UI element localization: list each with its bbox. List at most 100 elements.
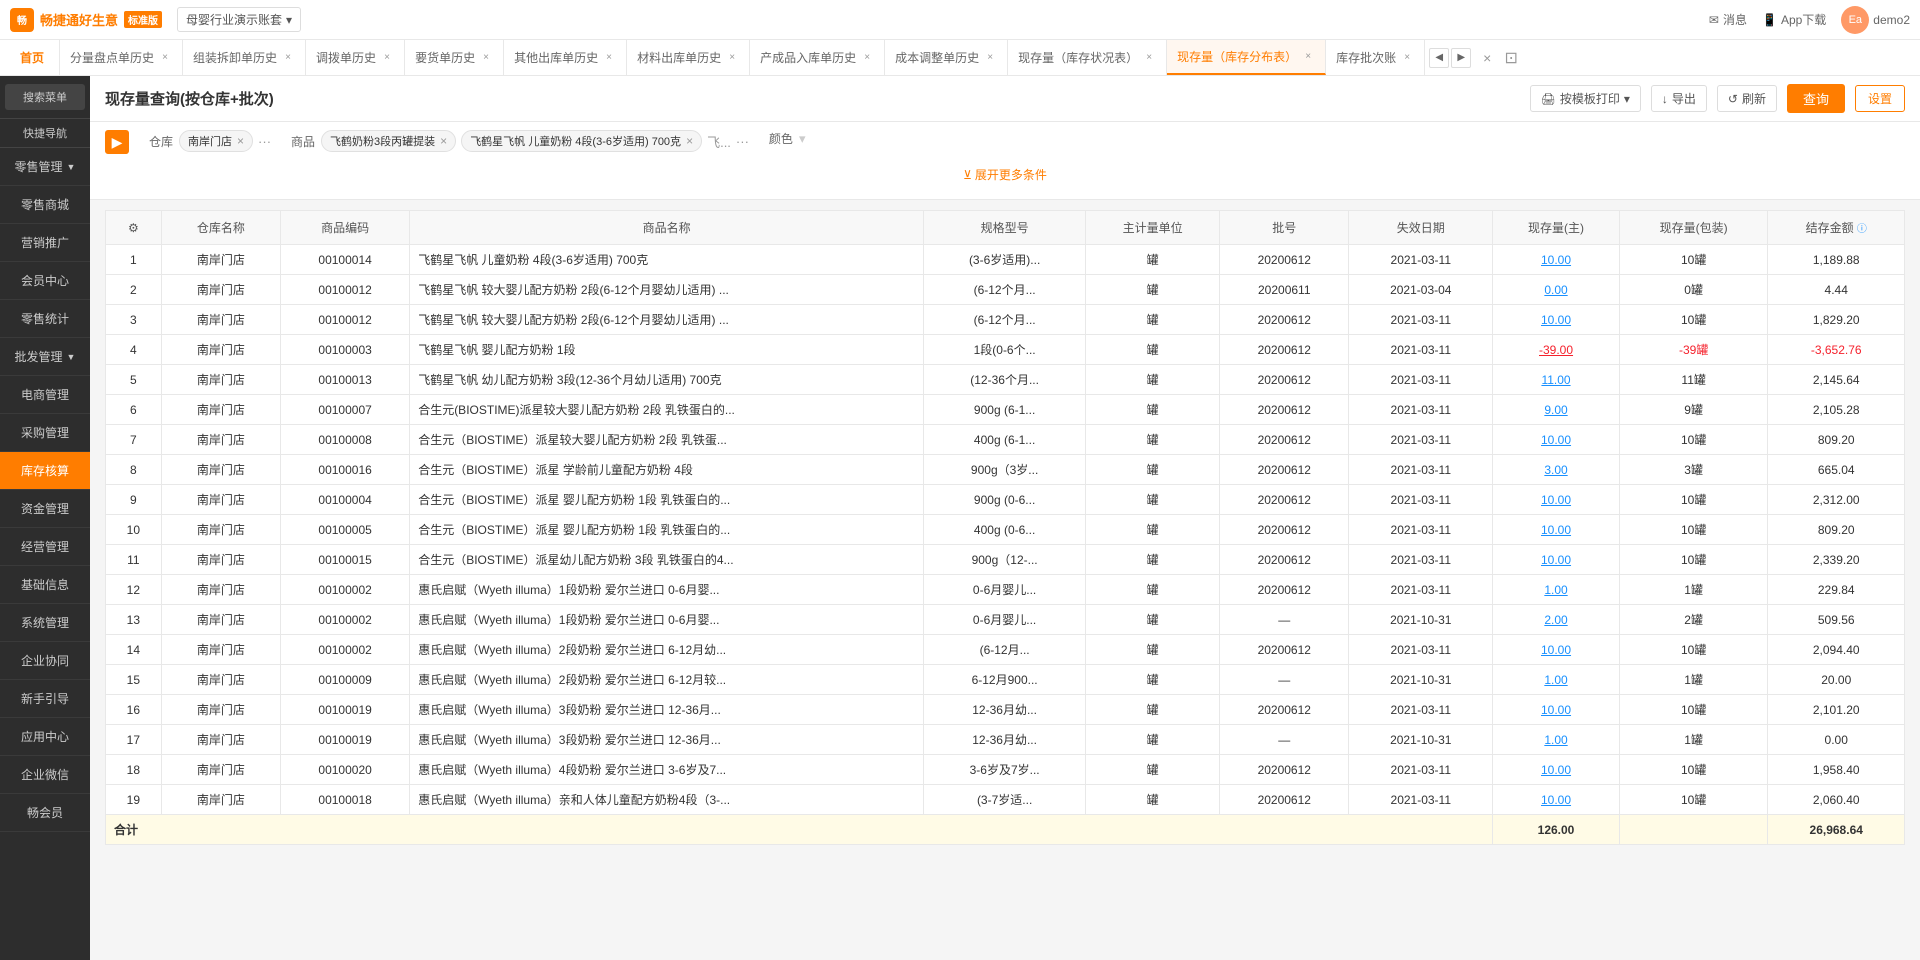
row-name: 惠氏启赋（Wyeth illuma）2段奶粉 爱尔兰进口 6-12月较... [410, 665, 924, 695]
tab-pizhang[interactable]: 库存批次账 × [1326, 40, 1425, 75]
row-qty[interactable]: 1.00 [1493, 575, 1620, 605]
sidebar-item-retail-shop[interactable]: 零售商城 [0, 186, 90, 224]
row-qty[interactable]: 2.00 [1493, 605, 1620, 635]
tab-next-btn[interactable]: ▶ [1451, 48, 1471, 68]
close-icon[interactable]: × [602, 51, 616, 65]
row-qty[interactable]: 3.00 [1493, 455, 1620, 485]
table-row: 15 南岸门店 00100009 惠氏启赋（Wyeth illuma）2段奶粉 … [106, 665, 1905, 695]
row-qty[interactable]: 10.00 [1493, 485, 1620, 515]
close-icon[interactable]: × [281, 51, 295, 65]
close-icon[interactable]: × [983, 51, 997, 65]
close-icon[interactable]: × [1142, 51, 1156, 65]
sidebar-item-retail-stats[interactable]: 零售统计 [0, 300, 90, 338]
row-qty[interactable]: 10.00 [1493, 545, 1620, 575]
row-no: 10 [106, 515, 162, 545]
close-icon[interactable]: × [860, 51, 874, 65]
color-dropdown-btn[interactable]: ▾ [799, 131, 806, 147]
row-qty[interactable]: 10.00 [1493, 785, 1620, 815]
remove-warehouse-tag-btn[interactable]: × [237, 134, 244, 148]
sidebar-item-operation[interactable]: 经营管理 [0, 528, 90, 566]
sidebar-item-enterprise[interactable]: 企业协同 [0, 642, 90, 680]
row-expire: 2021-03-11 [1349, 245, 1493, 275]
tab-fenliang[interactable]: 分量盘点单历史 × [60, 40, 183, 75]
tab-chengben[interactable]: 成本调整单历史 × [885, 40, 1008, 75]
row-qty[interactable]: 10.00 [1493, 245, 1620, 275]
col-settings[interactable]: ⚙ [106, 211, 162, 245]
row-qty[interactable]: 0.00 [1493, 275, 1620, 305]
tab-zuzhuang[interactable]: 组装拆卸单历史 × [183, 40, 306, 75]
row-expire: 2021-03-11 [1349, 755, 1493, 785]
export-btn[interactable]: ↓ 导出 [1651, 85, 1707, 112]
tab-yaohuo[interactable]: 要货单历史 × [405, 40, 504, 75]
close-icon[interactable]: × [158, 51, 172, 65]
table-row: 14 南岸门店 00100002 惠氏启赋（Wyeth illuma）2段奶粉 … [106, 635, 1905, 665]
row-unit: 罐 [1086, 785, 1220, 815]
sidebar-item-enterprise-wechat[interactable]: 企业微信 [0, 756, 90, 794]
tab-kucun1[interactable]: 现存量（库存状况表） × [1008, 40, 1167, 75]
sidebar-item-basic-info[interactable]: 基础信息 [0, 566, 90, 604]
row-qty[interactable]: 1.00 [1493, 725, 1620, 755]
row-code: 00100016 [281, 455, 410, 485]
sidebar-item-marketing[interactable]: 营销推广 [0, 224, 90, 262]
sidebar-item-retail-management[interactable]: 零售管理 ▼ [0, 148, 90, 186]
sidebar-item-wholesale[interactable]: 批发管理 ▼ [0, 338, 90, 376]
sidebar-item-ecommerce[interactable]: 电商管理 [0, 376, 90, 414]
row-qty[interactable]: 9.00 [1493, 395, 1620, 425]
filter-expand-btn[interactable]: ▶ [105, 130, 129, 154]
sidebar-item-member[interactable]: 会员中心 [0, 262, 90, 300]
app-download-btn[interactable]: 📱 App下载 [1762, 11, 1826, 28]
col-unit: 主计量单位 [1086, 211, 1220, 245]
chevron-down-icon: ⊻ [963, 168, 972, 182]
tab-close-all-btn[interactable]: × [1475, 46, 1499, 70]
row-qty[interactable]: 10.00 [1493, 425, 1620, 455]
row-qty[interactable]: 1.00 [1493, 665, 1620, 695]
search-menu-btn[interactable]: 搜索菜单 [5, 84, 85, 110]
sidebar-item-app-center[interactable]: 应用中心 [0, 718, 90, 756]
sidebar-item-finance[interactable]: 资金管理 [0, 490, 90, 528]
tab-home[interactable]: 首页 [5, 40, 60, 75]
print-btn[interactable]: 🖨 按模板打印 ▾ [1530, 85, 1641, 112]
more-warehouses-btn[interactable]: ··· [258, 134, 271, 149]
remove-product-tag2-btn[interactable]: × [686, 134, 693, 148]
account-dropdown[interactable]: 母婴行业演示账套 ▾ [177, 7, 301, 32]
tab-prev-btn[interactable]: ◀ [1429, 48, 1449, 68]
tab-diaobuo[interactable]: 调拨单历史 × [306, 40, 405, 75]
row-code: 00100002 [281, 635, 410, 665]
row-qty[interactable]: 10.00 [1493, 515, 1620, 545]
remove-product-tag1-btn[interactable]: × [440, 134, 447, 148]
row-amount: 2,101.20 [1768, 695, 1905, 725]
row-qty[interactable]: 10.00 [1493, 755, 1620, 785]
sidebar-item-member-service[interactable]: 畅会员 [0, 794, 90, 832]
sidebar-item-purchase[interactable]: 采购管理 [0, 414, 90, 452]
tab-kucun2[interactable]: 现存量（库存分布表） × [1167, 40, 1326, 75]
query-btn[interactable]: 查询 [1787, 84, 1845, 113]
row-qty[interactable]: 10.00 [1493, 695, 1620, 725]
close-icon[interactable]: × [479, 51, 493, 65]
tab-cailiao[interactable]: 材料出库单历史 × [627, 40, 750, 75]
more-products-btn[interactable]: ··· [736, 134, 749, 149]
refresh-btn[interactable]: ↺ 刷新 [1717, 85, 1777, 112]
tab-chuku[interactable]: 其他出库单历史 × [504, 40, 627, 75]
row-qty[interactable]: 10.00 [1493, 635, 1620, 665]
expand-more-conditions-btn[interactable]: ⊻ 展开更多条件 [109, 162, 1901, 187]
close-icon[interactable]: × [1400, 51, 1414, 65]
tab-chengpin[interactable]: 产成品入库单历史 × [750, 40, 885, 75]
top-header: 畅 畅捷通好生意 标准版 母婴行业演示账套 ▾ ✉ 消息 📱 App下载 Ea … [0, 0, 1920, 40]
close-icon[interactable]: × [725, 51, 739, 65]
quick-nav-btn[interactable]: 快捷导航 [0, 119, 90, 148]
row-spec: 0-6月婴儿... [924, 575, 1086, 605]
tab-settings-btn[interactable]: ⊡ [1499, 46, 1523, 70]
close-icon[interactable]: × [380, 51, 394, 65]
row-qty[interactable]: 11.00 [1493, 365, 1620, 395]
setting-btn[interactable]: 设置 [1855, 85, 1905, 112]
user-area[interactable]: Ea demo2 [1841, 6, 1910, 34]
sidebar-item-guide[interactable]: 新手引导 [0, 680, 90, 718]
close-icon[interactable]: × [1301, 50, 1315, 64]
sidebar-item-inventory[interactable]: 库存核算 [0, 452, 90, 490]
sidebar-item-system[interactable]: 系统管理 [0, 604, 90, 642]
row-qty[interactable]: 10.00 [1493, 305, 1620, 335]
row-name: 合生元(BIOSTIME)派星较大婴儿配方奶粉 2段 乳铁蛋白的... [410, 395, 924, 425]
message-btn[interactable]: ✉ 消息 [1709, 11, 1747, 28]
row-qty[interactable]: -39.00 [1493, 335, 1620, 365]
product-more-label[interactable]: 飞... [707, 132, 731, 151]
